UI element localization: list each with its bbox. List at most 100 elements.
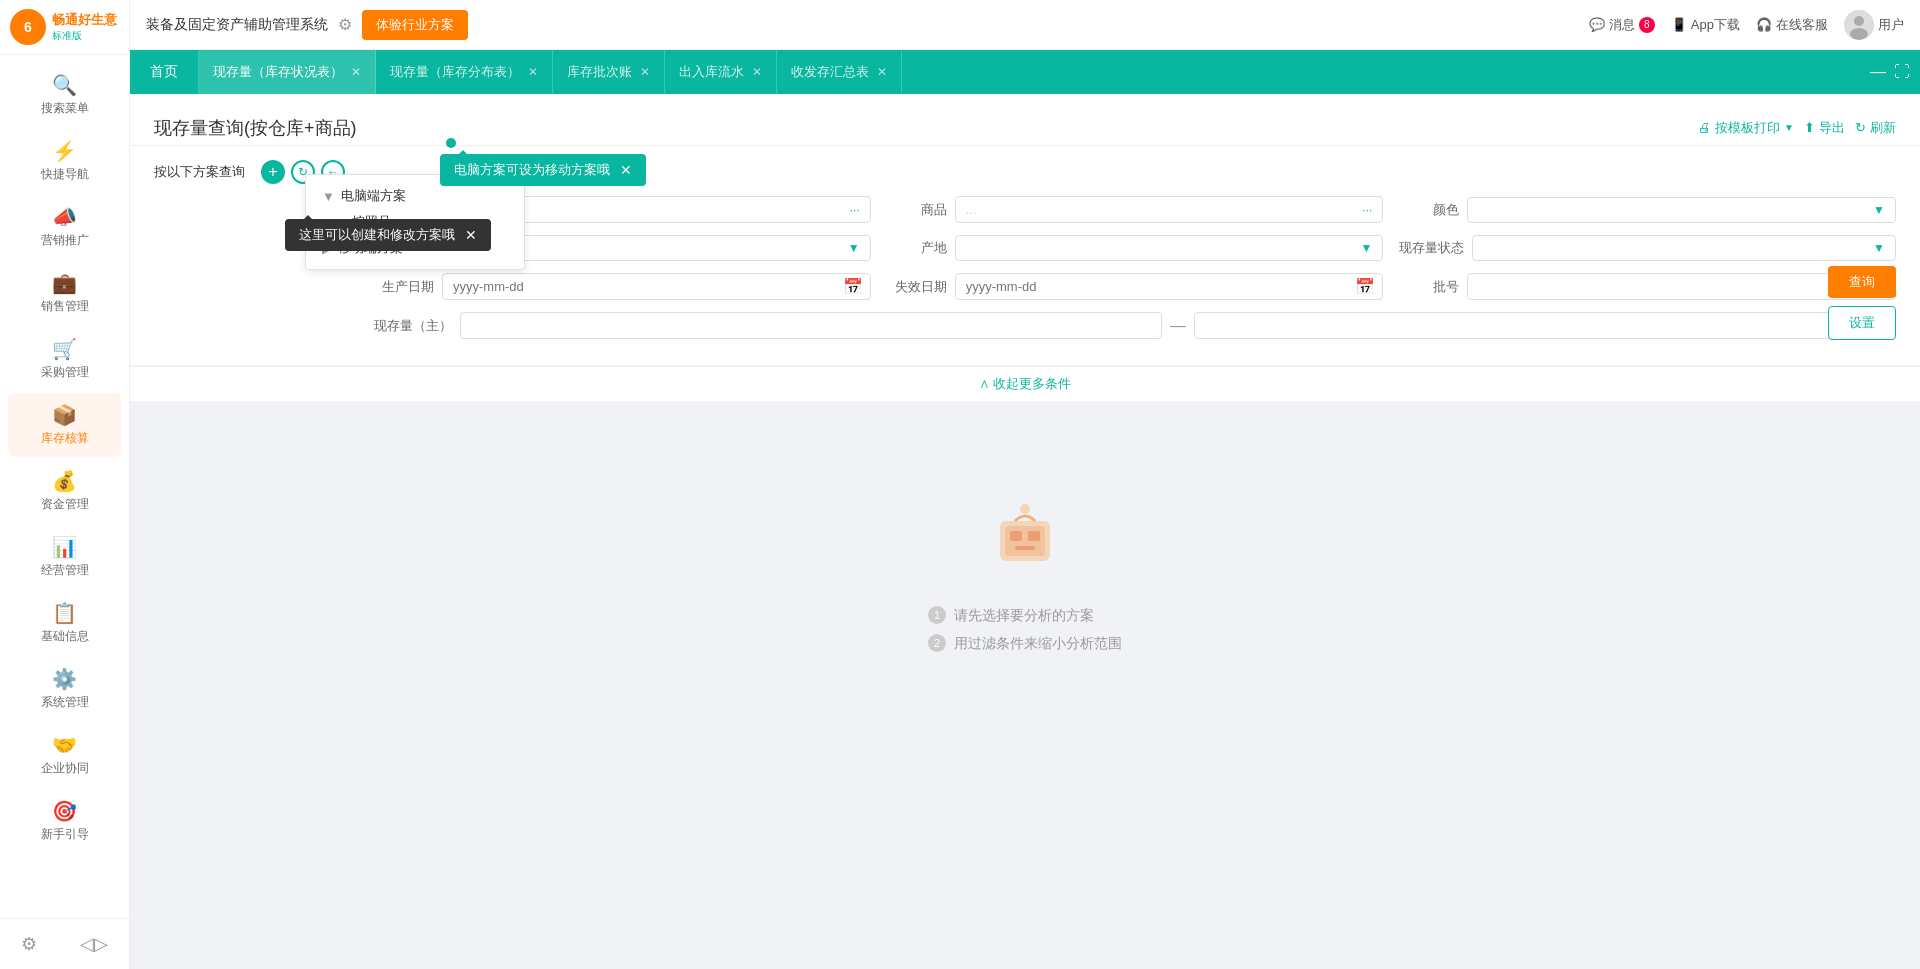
- stock-status-select[interactable]: ▼: [1472, 235, 1896, 261]
- scheme-desktop[interactable]: ▼ 电脑端方案: [314, 183, 516, 209]
- top-header: 装备及固定资产辅助管理系统 ⚙ 体验行业方案 💬 消息 8 📱 App下载 🎧 …: [130, 0, 1920, 50]
- origin-select[interactable]: ▼: [955, 235, 1384, 261]
- color-chevron-icon: ▼: [1873, 203, 1885, 217]
- product-dots: ...: [966, 202, 977, 217]
- tab-close-in-out-flow[interactable]: ✕: [752, 65, 762, 79]
- tab-maximize-icon[interactable]: ⛶: [1894, 63, 1910, 81]
- expiry-date-input[interactable]: [955, 273, 1384, 300]
- page-content: 现存量查询(按仓库+商品) 🖨 按模板打印 ▼ ⬆ 导出 ↻ 刷新: [130, 94, 1920, 969]
- sidebar-item-system[interactable]: ⚙️ 系统管理: [8, 657, 121, 721]
- industry-button[interactable]: 体验行业方案: [362, 10, 468, 40]
- sidebar-footer: ⚙ ◁▷: [0, 918, 129, 969]
- sidebar-item-inventory[interactable]: 📦 库存核算: [8, 393, 121, 457]
- color-label: 颜色: [1399, 201, 1459, 219]
- color-select[interactable]: ▼: [1467, 197, 1896, 223]
- tab-stock-status[interactable]: 现存量（库存状况表） ✕: [199, 50, 376, 94]
- logo-icon: 6: [10, 9, 46, 45]
- filter-row-3: 生产日期 📅 失效日期 📅 批号: [154, 273, 1896, 300]
- template-print-button[interactable]: 🖨 按模板打印 ▼: [1698, 119, 1794, 137]
- production-date-field: 生产日期 📅: [374, 273, 871, 300]
- expiry-date-cal-icon[interactable]: 📅: [1355, 277, 1375, 296]
- sidebar-item-marketing[interactable]: 📣 营销推广: [8, 195, 121, 259]
- sidebar-collapse-btn[interactable]: ◁▷: [76, 929, 112, 959]
- tab-summary[interactable]: 收发存汇总表 ✕: [777, 50, 902, 94]
- tab-in-out-flow[interactable]: 出入库流水 ✕: [665, 50, 777, 94]
- svg-rect-9: [1015, 546, 1035, 550]
- empty-tip-1: 1 请先选择要分析的方案: [928, 601, 1122, 629]
- empty-state: 1 请先选择要分析的方案 2 用过滤条件来缩小分析范围: [130, 401, 1920, 737]
- sidebar-item-purchase[interactable]: 🛒 采购管理: [8, 327, 121, 391]
- marketing-icon: 📣: [52, 205, 77, 229]
- empty-tip-2: 2 用过滤条件来缩小分析范围: [928, 629, 1122, 657]
- header-left: 装备及固定资产辅助管理系统 ⚙ 体验行业方案: [146, 10, 468, 40]
- svg-rect-6: [1005, 526, 1045, 556]
- guide-icon: 🎯: [52, 799, 77, 823]
- stock-max-input[interactable]: [1194, 312, 1896, 339]
- tab-close-batch-account[interactable]: ✕: [640, 65, 650, 79]
- product-chevron-icon: ···: [1362, 203, 1372, 217]
- add-scheme-button[interactable]: +: [261, 160, 285, 184]
- sidebar-item-basic-info[interactable]: 📋 基础信息: [8, 591, 121, 655]
- search-button[interactable]: 查询: [1828, 266, 1896, 298]
- expiry-date-label: 失效日期: [887, 278, 947, 296]
- reset-button[interactable]: 设置: [1828, 306, 1896, 340]
- sidebar-settings-btn[interactable]: ⚙: [17, 929, 41, 959]
- tab-batch-account[interactable]: 库存批次账 ✕: [553, 50, 665, 94]
- tab-minimize-icon[interactable]: —: [1870, 63, 1886, 81]
- sidebar-item-guide[interactable]: 🎯 新手引导: [8, 789, 121, 853]
- color-field: 颜色 ▼: [1399, 196, 1896, 223]
- tab-close-stock-status[interactable]: ✕: [351, 65, 361, 79]
- stock-min-input[interactable]: [460, 312, 1162, 339]
- print-icon: 🖨: [1698, 120, 1711, 135]
- sidebar-item-finance[interactable]: 💰 资金管理: [8, 459, 121, 523]
- tab-close-stock-distribution[interactable]: ✕: [528, 65, 538, 79]
- sidebar-item-search[interactable]: 🔍 搜索菜单: [8, 63, 121, 127]
- settings-button[interactable]: ⚙: [338, 15, 352, 34]
- tab-bar-end: — ⛶: [1870, 63, 1920, 81]
- svg-point-3: [1854, 16, 1864, 26]
- tab-close-summary[interactable]: ✕: [877, 65, 887, 79]
- stock-status-chevron-icon: ▼: [1873, 241, 1885, 255]
- message-label: 消息: [1609, 16, 1635, 34]
- sales-icon: 💼: [52, 271, 77, 295]
- product-label: 商品: [887, 201, 947, 219]
- batch-field: 批号: [1399, 273, 1896, 300]
- export-button[interactable]: ⬆ 导出: [1804, 119, 1845, 137]
- svg-point-4: [1850, 28, 1868, 40]
- tab-home[interactable]: 首页: [130, 50, 199, 94]
- refresh-button[interactable]: ↻ 刷新: [1855, 119, 1896, 137]
- tooltip-edit-text: 这里可以创建和修改方案哦: [299, 226, 455, 244]
- sidebar-label-finance: 资金管理: [41, 496, 89, 513]
- app-download-btn[interactable]: 📱 App下载: [1671, 16, 1740, 34]
- expiry-date-field: 失效日期 📅: [887, 273, 1384, 300]
- sidebar-label-search: 搜索菜单: [41, 100, 89, 117]
- finance-icon: 💰: [52, 469, 77, 493]
- tooltip-scheme-close[interactable]: ✕: [620, 162, 632, 178]
- stock-main-label: 现存量（主）: [374, 317, 452, 335]
- tip-num-2: 2: [928, 634, 946, 652]
- sidebar-item-management[interactable]: 📊 经营管理: [8, 525, 121, 589]
- sidebar-label-inventory: 库存核算: [41, 430, 89, 447]
- stock-status-field: 现存量状态 ▼: [1399, 235, 1896, 261]
- tooltip-edit-close[interactable]: ✕: [465, 227, 477, 243]
- production-date-cal-icon[interactable]: 📅: [843, 277, 863, 296]
- tab-stock-distribution[interactable]: 现存量（库存分布表） ✕: [376, 50, 553, 94]
- sidebar-label-guide: 新手引导: [41, 826, 89, 843]
- product-field: 商品 ... ···: [887, 196, 1384, 223]
- phone-icon: 📱: [1671, 17, 1687, 32]
- user-menu[interactable]: 用户: [1844, 10, 1904, 40]
- online-support-btn[interactable]: 🎧 在线客服: [1756, 16, 1828, 34]
- svg-text:6: 6: [24, 19, 32, 35]
- chevron-down-icon: ▼: [322, 189, 335, 204]
- search-buttons: 查询 设置: [1828, 266, 1896, 340]
- message-btn[interactable]: 💬 消息 8: [1589, 16, 1655, 34]
- sidebar-item-cooperation[interactable]: 🤝 企业协同: [8, 723, 121, 787]
- sidebar-logo: 6 畅通好生意 标准版: [0, 0, 129, 55]
- production-date-input[interactable]: [442, 273, 871, 300]
- collapse-toggle[interactable]: ∧ 收起更多条件: [130, 366, 1920, 401]
- product-select[interactable]: ... ···: [955, 196, 1384, 223]
- collapse-label: 收起更多条件: [993, 376, 1071, 391]
- sidebar-item-sales[interactable]: 💼 销售管理: [8, 261, 121, 325]
- svg-rect-7: [1010, 531, 1022, 541]
- sidebar-item-quick-nav[interactable]: ⚡ 快捷导航: [8, 129, 121, 193]
